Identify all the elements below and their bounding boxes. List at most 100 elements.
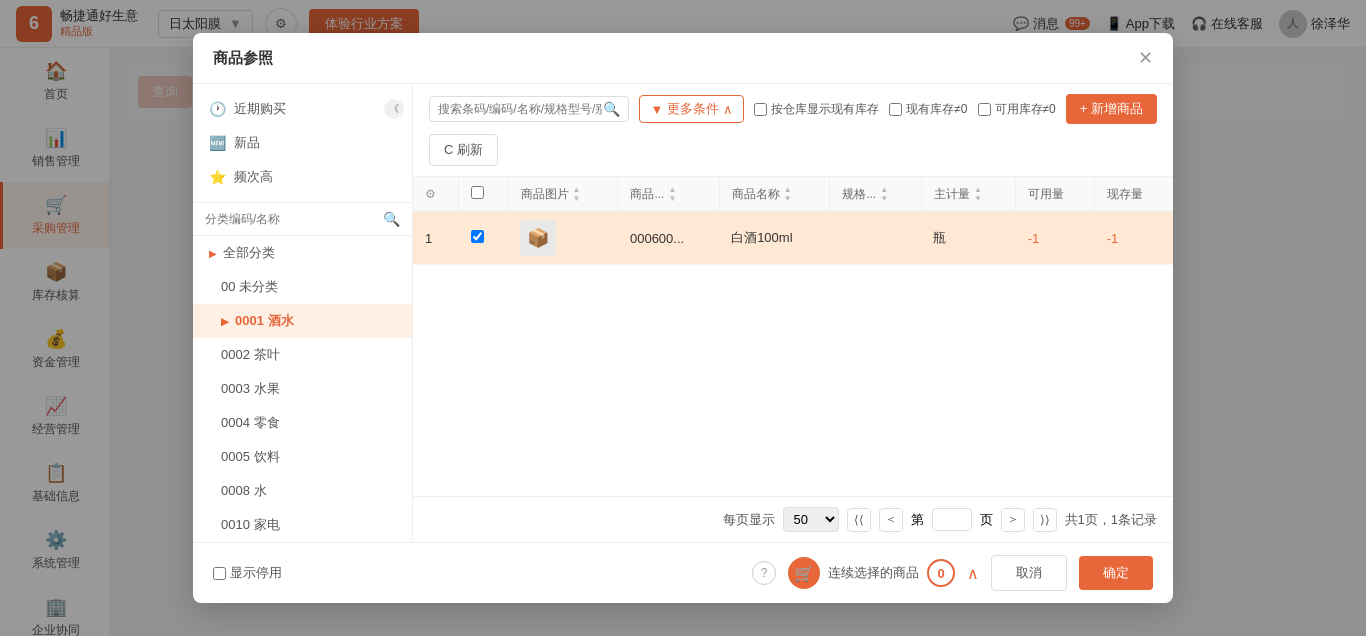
spec-sort-arrows[interactable]: ▲▼ xyxy=(880,185,888,203)
th-available: 可用量 xyxy=(1016,177,1095,212)
table-row[interactable]: 1 📦 000600... xyxy=(413,212,1173,265)
img-sort-arrows[interactable]: ▲▼ xyxy=(573,185,581,203)
filter-icon: ▼ xyxy=(650,102,663,117)
checkbox-available-nonzero-input[interactable] xyxy=(978,103,991,116)
th-stock: 现存量 xyxy=(1095,177,1173,212)
col-settings-icon[interactable]: ⚙ xyxy=(425,187,436,201)
row-checkbox[interactable] xyxy=(471,230,484,243)
category-0008[interactable]: 0008 水 xyxy=(193,474,412,508)
category-search-icon[interactable]: 🔍 xyxy=(383,211,400,227)
filter-label: 更多条件 xyxy=(667,100,719,118)
show-disabled-input[interactable] xyxy=(213,567,226,580)
tab-frequent[interactable]: ⭐ 频次高 xyxy=(193,160,412,194)
unit-sort-arrows[interactable]: ▲▼ xyxy=(974,185,982,203)
th-code-label: 商品... xyxy=(630,186,664,203)
tab-new[interactable]: 🆕 新品 xyxy=(193,126,412,160)
th-name-sort: 商品名称 ▲▼ xyxy=(732,185,818,203)
filter-button[interactable]: ▼ 更多条件 ∧ xyxy=(639,95,744,123)
category-all-label: 全部分类 xyxy=(223,244,275,262)
help-icon[interactable]: ? xyxy=(752,561,776,585)
clock-icon: 🕐 xyxy=(209,101,226,117)
collapse-button[interactable]: 《 xyxy=(384,99,404,119)
th-check xyxy=(459,177,508,212)
checkbox-warehouse-input[interactable] xyxy=(754,103,767,116)
tab-frequent-label: 频次高 xyxy=(234,168,273,186)
category-0010[interactable]: 0010 家电 xyxy=(193,508,412,542)
category-0005[interactable]: 0005 饮料 xyxy=(193,440,412,474)
category-0005-label: 0005 饮料 xyxy=(221,448,280,466)
show-disabled-checkbox[interactable]: 显示停用 xyxy=(213,564,282,582)
page-number-input[interactable]: 1 xyxy=(932,508,972,531)
show-disabled-label: 显示停用 xyxy=(230,564,282,582)
next-page-button[interactable]: ＞ xyxy=(1001,508,1025,532)
th-spec-label: 规格... xyxy=(842,186,876,203)
footer-left: 显示停用 xyxy=(213,564,282,582)
row-img: 📦 xyxy=(508,212,618,265)
row-stock: -1 xyxy=(1095,212,1173,265)
select-all-checkbox[interactable] xyxy=(471,186,484,199)
modal-close-button[interactable]: ✕ xyxy=(1138,47,1153,69)
checkbox-available-nonzero[interactable]: 可用库存≠0 xyxy=(978,101,1056,118)
name-sort-arrows[interactable]: ▲▼ xyxy=(784,185,792,203)
cart-count: 0 xyxy=(927,559,955,587)
th-unit: 主计量 ▲▼ xyxy=(921,177,1015,212)
add-product-button[interactable]: + 新增商品 xyxy=(1066,94,1157,124)
product-table: ⚙ 商品图片 ▲▼ xyxy=(413,177,1173,265)
row-code: 000600... xyxy=(618,212,719,265)
last-page-button[interactable]: ⟩⟩ xyxy=(1033,508,1057,532)
modal-header: 商品参照 ✕ xyxy=(193,33,1173,84)
per-page-label: 每页显示 xyxy=(723,511,775,529)
category-all[interactable]: ▶ 全部分类 xyxy=(193,236,412,270)
category-0001[interactable]: ▶ 0001 酒水 xyxy=(193,304,412,338)
tab-recent[interactable]: 🕐 近期购买 《 xyxy=(193,92,412,126)
th-settings[interactable]: ⚙ xyxy=(413,177,459,212)
table-body: 1 📦 000600... xyxy=(413,212,1173,265)
left-panel: 🕐 近期购买 《 🆕 新品 ⭐ 频次高 xyxy=(193,84,413,542)
arrow-all: ▶ xyxy=(209,248,217,259)
row-check xyxy=(459,212,508,265)
product-image: 📦 xyxy=(520,220,556,256)
table-header-row: ⚙ 商品图片 ▲▼ xyxy=(413,177,1173,212)
checkbox-warehouse[interactable]: 按仓库显示现有库存 xyxy=(754,101,879,118)
cart-icon[interactable]: 🛒 xyxy=(788,557,820,589)
modal-overlay: 商品参照 ✕ 🕐 近期购买 《 🆕 新 xyxy=(0,0,1366,636)
checkbox-stock-nonzero-input[interactable] xyxy=(889,103,902,116)
category-0002-label: 0002 茶叶 xyxy=(221,346,280,364)
category-0002[interactable]: 0002 茶叶 xyxy=(193,338,412,372)
first-page-button[interactable]: ⟨⟨ xyxy=(847,508,871,532)
confirm-button[interactable]: 确定 xyxy=(1079,556,1153,590)
refresh-button[interactable]: C 刷新 xyxy=(429,134,498,166)
th-code: 商品... ▲▼ xyxy=(618,177,719,212)
th-spec: 规格... ▲▼ xyxy=(830,177,922,212)
category-0003[interactable]: 0003 水果 xyxy=(193,372,412,406)
category-0004[interactable]: 0004 零食 xyxy=(193,406,412,440)
cart-area: 🛒 连续选择的商品 0 xyxy=(788,557,955,589)
th-available-label: 可用量 xyxy=(1028,187,1064,201)
code-sort-arrows[interactable]: ▲▼ xyxy=(668,185,676,203)
prev-page-button[interactable]: ＜ xyxy=(879,508,903,532)
modal-footer: 显示停用 ? 🛒 连续选择的商品 0 ∧ 取消 确定 xyxy=(193,542,1173,603)
product-search-input[interactable] xyxy=(438,102,603,116)
checkbox-stock-nonzero-label: 现有库存≠0 xyxy=(906,101,967,118)
cancel-button[interactable]: 取消 xyxy=(991,555,1067,591)
row-spec xyxy=(830,212,922,265)
row-index: 1 xyxy=(413,212,459,265)
product-search-icon[interactable]: 🔍 xyxy=(603,101,620,117)
pagination: 每页显示 50 100 200 ⟨⟨ ＜ 第 1 页 ＞ ⟩⟩ 共1页， xyxy=(413,496,1173,542)
arrow-0001: ▶ xyxy=(221,316,229,327)
th-unit-label: 主计量 xyxy=(934,186,970,203)
checkbox-stock-nonzero[interactable]: 现有库存≠0 xyxy=(889,101,967,118)
row-unit: 瓶 xyxy=(921,212,1015,265)
category-0003-label: 0003 水果 xyxy=(221,380,280,398)
per-page-select[interactable]: 50 100 200 xyxy=(783,507,839,532)
expand-icon[interactable]: ∧ xyxy=(967,564,979,583)
category-00[interactable]: 00 未分类 xyxy=(193,270,412,304)
footer-right: ? 🛒 连续选择的商品 0 ∧ 取消 确定 xyxy=(752,555,1153,591)
category-search-input[interactable] xyxy=(205,212,383,226)
category-00-label: 00 未分类 xyxy=(221,278,278,296)
checkbox-warehouse-label: 按仓库显示现有库存 xyxy=(771,101,879,118)
row-available-value: -1 xyxy=(1028,231,1040,246)
th-code-sort: 商品... ▲▼ xyxy=(630,185,706,203)
category-0010-label: 0010 家电 xyxy=(221,516,280,534)
right-panel: 🔍 ▼ 更多条件 ∧ 按仓库显示现有库存 xyxy=(413,84,1173,542)
